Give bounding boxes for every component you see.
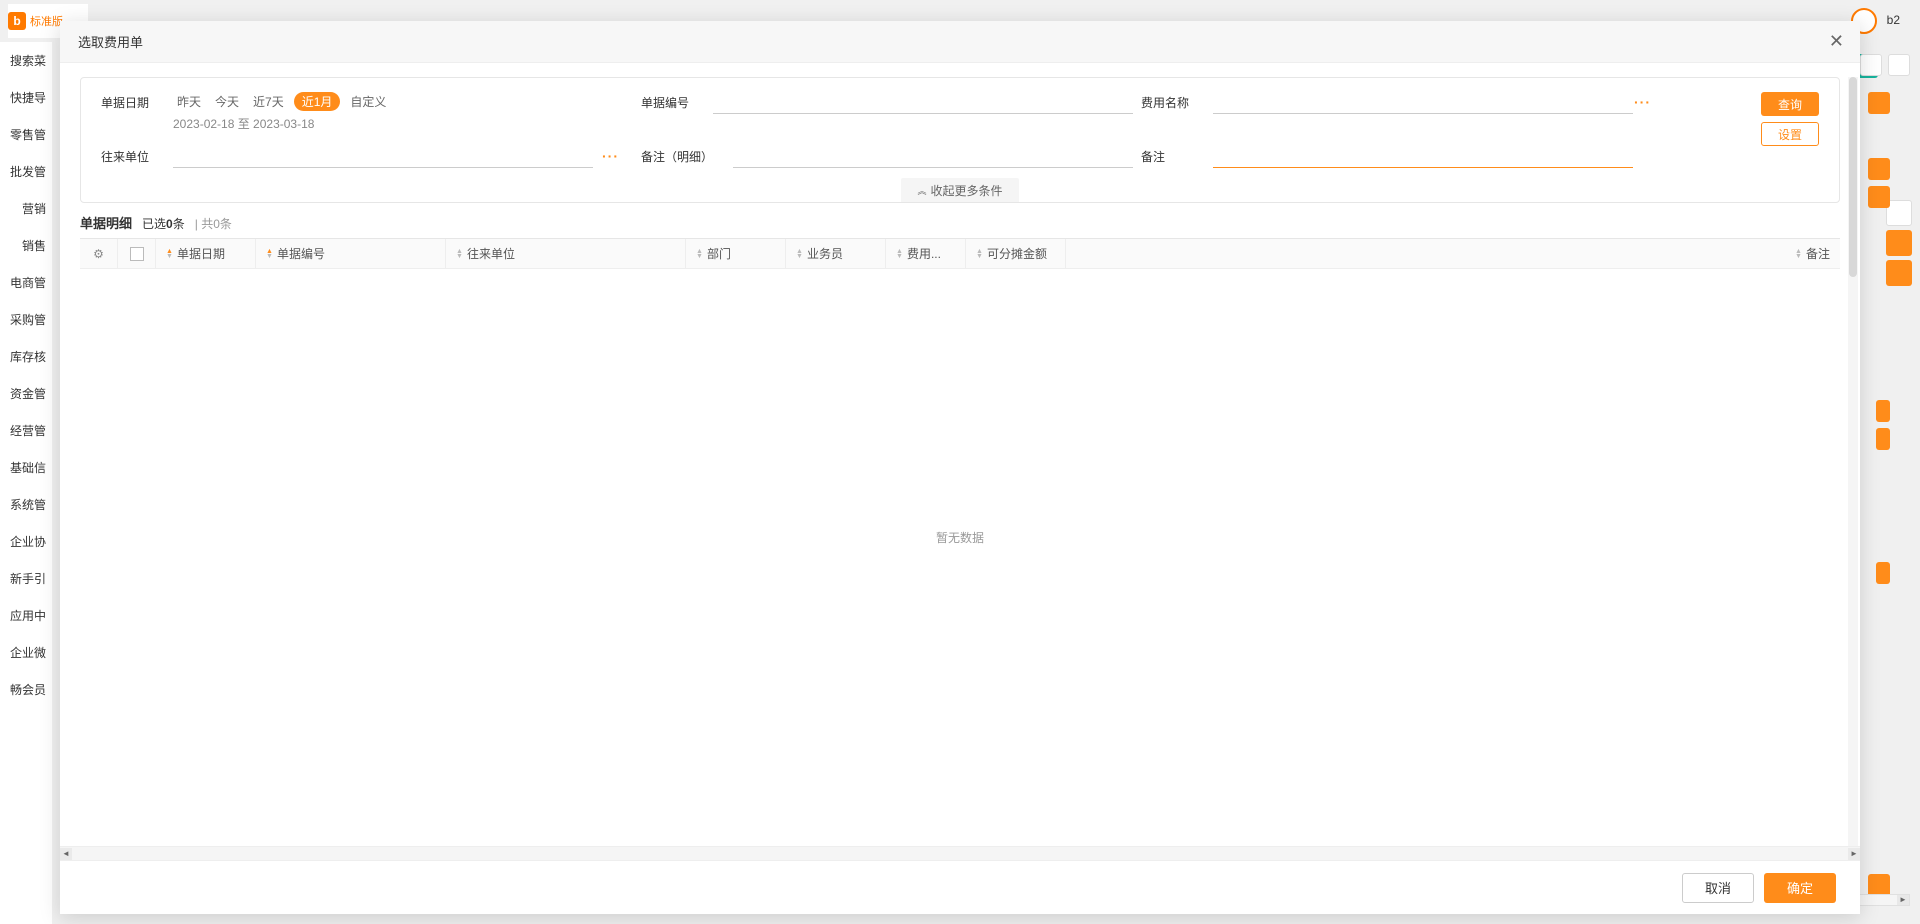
col-operator[interactable]: ▲▼业务员 [786, 239, 886, 268]
col-date[interactable]: ▲▼单据日期 [156, 239, 256, 268]
list-selected: 已选0条 [142, 215, 185, 232]
confirm-button[interactable]: 确定 [1764, 873, 1836, 903]
filter-label-party: 往来单位 [101, 146, 173, 165]
filter-label-doc-no: 单据编号 [641, 92, 713, 111]
date-tag-last7[interactable]: 近7天 [249, 92, 288, 111]
date-tag-today[interactable]: 今天 [211, 92, 243, 111]
filter-panel: 单据日期 昨天 今天 近7天 近1月 自定义 2023-02-18 至 2023… [80, 77, 1840, 203]
list-total: | 共0条 [195, 215, 232, 232]
scrollbar-thumb[interactable] [1849, 77, 1857, 277]
cancel-button[interactable]: 取消 [1682, 873, 1754, 903]
scroll-right-icon[interactable]: ► [1848, 848, 1860, 860]
query-button[interactable]: 查询 [1761, 92, 1819, 116]
col-party[interactable]: ▲▼往来单位 [446, 239, 686, 268]
select-all-checkbox[interactable] [118, 239, 156, 268]
party-input[interactable] [173, 146, 593, 168]
remark-detail-input[interactable] [733, 146, 1133, 168]
col-alloc-amount[interactable]: ▲▼可分摊金额 [966, 239, 1066, 268]
col-fee[interactable]: ▲▼费用... [886, 239, 966, 268]
more-icon[interactable]: ··· [1634, 94, 1651, 110]
doc-no-input[interactable] [713, 92, 1133, 114]
filter-label-remark-detail: 备注（明细） [641, 146, 733, 165]
modal-title: 选取费用单 [78, 32, 143, 51]
col-remark[interactable]: ▲▼备注 [1066, 239, 1840, 268]
select-fee-modal: 选取费用单 ✕ 单据日期 昨天 今天 近7天 [60, 21, 1860, 914]
fee-name-input[interactable] [1213, 92, 1633, 114]
gear-icon: ⚙ [93, 247, 104, 261]
filter-label-date: 单据日期 [101, 92, 173, 111]
modal-vertical-scrollbar[interactable] [1848, 77, 1858, 854]
data-table: ⚙ ▲▼单据日期 ▲▼单据编号 ▲▼往来单位 ▲▼部门 ▲▼业务员 ▲▼费用..… [80, 238, 1840, 846]
scroll-left-icon[interactable]: ◄ [60, 848, 72, 860]
modal-overlay: 选取费用单 ✕ 单据日期 昨天 今天 近7天 [0, 0, 1920, 924]
remark-input[interactable] [1213, 146, 1633, 168]
settings-button[interactable]: 设置 [1761, 122, 1819, 146]
table-settings-button[interactable]: ⚙ [80, 239, 118, 268]
collapse-label: 收起更多条件 [931, 182, 1003, 199]
modal-header: 选取费用单 ✕ [60, 21, 1860, 63]
close-icon[interactable]: ✕ [1829, 31, 1844, 52]
date-tag-last1m[interactable]: 近1月 [294, 92, 341, 111]
filter-label-remark: 备注 [1141, 146, 1213, 165]
checkbox-icon [130, 247, 144, 261]
empty-state: 暂无数据 [80, 269, 1840, 546]
filter-label-fee-name: 费用名称 [1141, 92, 1213, 111]
modal-horizontal-scrollbar[interactable]: ◄ ► [60, 846, 1860, 860]
date-tag-custom[interactable]: 自定义 [346, 92, 390, 111]
modal-footer: 取消 确定 [60, 860, 1860, 914]
col-doc-no[interactable]: ▲▼单据编号 [256, 239, 446, 268]
date-tag-yesterday[interactable]: 昨天 [173, 92, 205, 111]
date-range-text: 2023-02-18 至 2023-03-18 [173, 115, 390, 132]
more-icon[interactable]: ··· [602, 148, 619, 164]
col-dept[interactable]: ▲▼部门 [686, 239, 786, 268]
collapse-filters-button[interactable]: ︽ 收起更多条件 [901, 178, 1018, 202]
list-title: 单据明细 [80, 213, 132, 232]
chevron-up-icon: ︽ [917, 184, 926, 197]
